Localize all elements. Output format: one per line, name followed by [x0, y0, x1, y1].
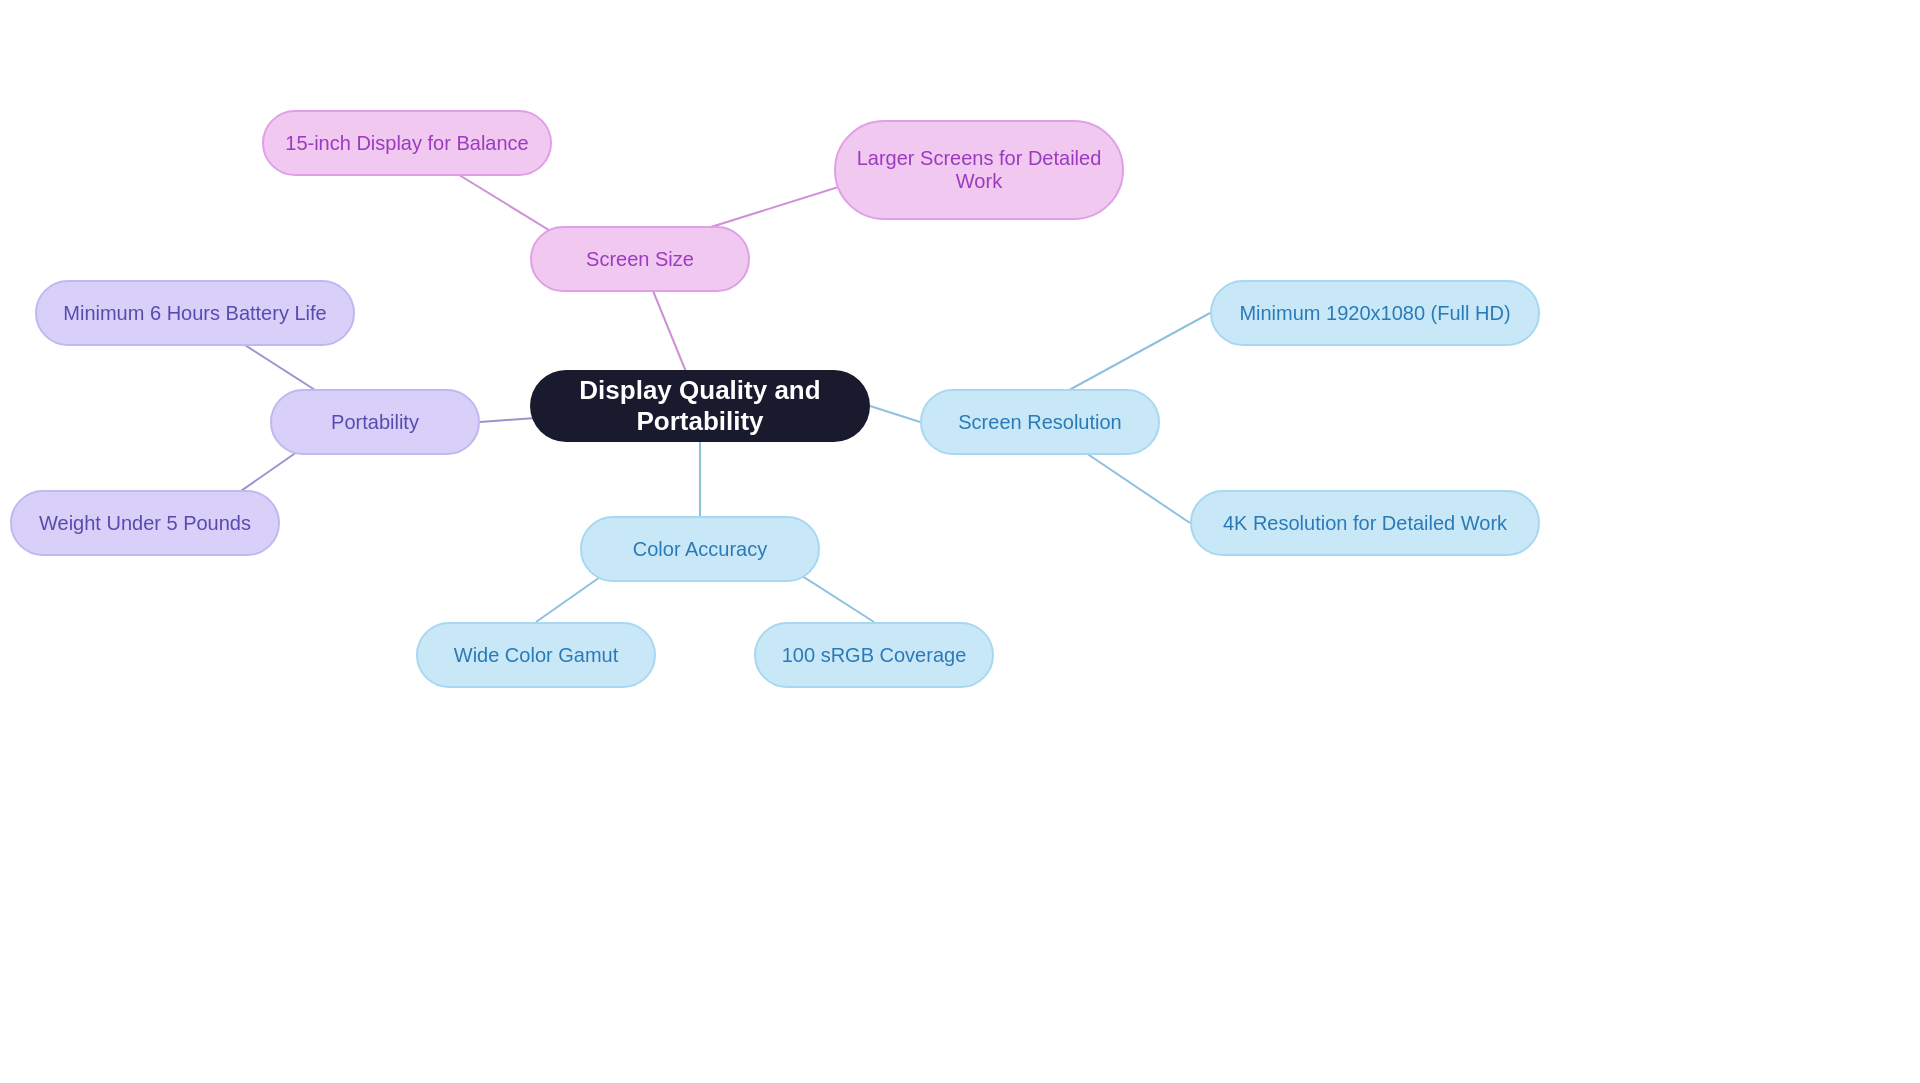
weight-label: Weight Under 5 Pounds — [39, 512, 251, 535]
screen-resolution-label: Screen Resolution — [958, 411, 1121, 434]
screen-size-label: Screen Size — [586, 248, 694, 271]
screen-size-node: Screen Size — [530, 226, 750, 292]
color-accuracy-node: Color Accuracy — [580, 516, 820, 582]
larger-screens-node: Larger Screens for Detailed Work — [834, 120, 1124, 220]
fourk-node: 4K Resolution for Detailed Work — [1190, 490, 1540, 556]
color-accuracy-label: Color Accuracy — [633, 538, 768, 561]
fullhd-node: Minimum 1920x1080 (Full HD) — [1210, 280, 1540, 346]
srgb-label: 100 sRGB Coverage — [782, 644, 967, 667]
central-label: Display Quality and Portability — [530, 375, 870, 437]
portability-node: Portability — [270, 389, 480, 455]
wide-gamut-node: Wide Color Gamut — [416, 622, 656, 688]
battery-label: Minimum 6 Hours Battery Life — [63, 302, 326, 325]
fifteen-inch-label: 15-inch Display for Balance — [285, 132, 528, 155]
srgb-node: 100 sRGB Coverage — [754, 622, 994, 688]
portability-label: Portability — [331, 411, 419, 434]
fifteen-inch-node: 15-inch Display for Balance — [262, 110, 552, 176]
weight-node: Weight Under 5 Pounds — [10, 490, 280, 556]
central-node: Display Quality and Portability — [530, 370, 870, 442]
fullhd-label: Minimum 1920x1080 (Full HD) — [1239, 302, 1510, 325]
battery-node: Minimum 6 Hours Battery Life — [35, 280, 355, 346]
screen-resolution-node: Screen Resolution — [920, 389, 1160, 455]
larger-screens-label: Larger Screens for Detailed Work — [836, 147, 1122, 193]
fourk-label: 4K Resolution for Detailed Work — [1223, 512, 1507, 535]
wide-gamut-label: Wide Color Gamut — [454, 644, 619, 667]
svg-line-6 — [870, 406, 920, 422]
